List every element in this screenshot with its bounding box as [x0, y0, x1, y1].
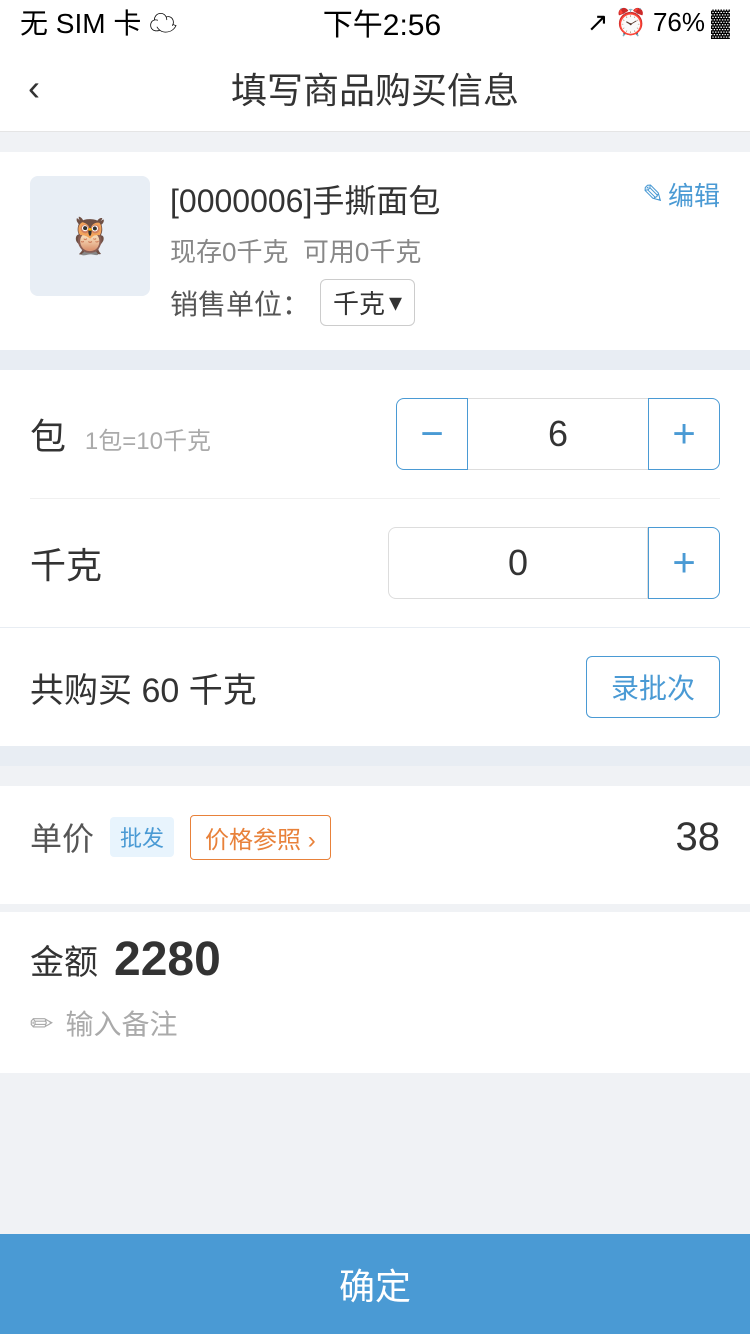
- note-placeholder: 输入备注: [65, 1003, 177, 1043]
- battery-icon: ▓: [711, 7, 730, 38]
- unit-price-label: 单价: [30, 814, 94, 860]
- bao-label-group: 包 1包=10千克: [30, 408, 211, 460]
- qianke-label: 千克: [30, 545, 102, 586]
- bao-stepper: − +: [396, 398, 720, 470]
- status-left: 无 SIM 卡 ☁: [20, 2, 177, 42]
- pencil-icon: ✏: [30, 1007, 53, 1040]
- input-section: 包 1包=10千克 − + 千克 +: [0, 370, 750, 627]
- product-card: 🦉 [0000006]手撕面包 现存0千克 可用0千克 销售单位： 千克 ▾ ✎…: [0, 152, 750, 350]
- back-button[interactable]: ‹: [28, 67, 40, 109]
- bao-row: 包 1包=10千克 − +: [30, 370, 720, 499]
- section-divider-2: [0, 746, 750, 766]
- bottom-area: 确定: [0, 1234, 750, 1334]
- location-icon: ↗: [587, 7, 609, 38]
- qianke-stepper: +: [388, 527, 720, 599]
- price-section: 单价 批发 价格参照 › 38: [0, 786, 750, 904]
- bao-minus-button[interactable]: −: [396, 398, 468, 470]
- status-bar: 无 SIM 卡 ☁ 下午2:56 ↗ ⏰ 76% ▓: [0, 0, 750, 44]
- product-logo: 🦉: [68, 215, 113, 257]
- product-unit-row: 销售单位： 千克 ▾: [170, 279, 720, 326]
- nav-bar: ‹ 填写商品购买信息: [0, 44, 750, 132]
- amount-section: 金额 2280 ✏ 输入备注: [0, 904, 750, 1073]
- status-time: 下午2:56: [323, 0, 441, 44]
- sim-status: 无 SIM 卡 ☁: [20, 2, 177, 42]
- unit-label: 销售单位：: [170, 283, 310, 323]
- batch-button[interactable]: 录批次: [586, 656, 720, 718]
- dropdown-arrow-icon: ▾: [389, 287, 402, 318]
- price-ref-button[interactable]: 价格参照 ›: [190, 815, 331, 860]
- bao-label: 包: [30, 416, 66, 457]
- product-name: [0000006]手撕面包: [170, 176, 720, 222]
- product-info: [0000006]手撕面包 现存0千克 可用0千克 销售单位： 千克 ▾: [170, 176, 720, 326]
- qianke-input[interactable]: [388, 527, 648, 599]
- qianke-row: 千克 +: [30, 499, 720, 627]
- confirm-button[interactable]: 确定: [0, 1234, 750, 1334]
- bao-plus-button[interactable]: +: [648, 398, 720, 470]
- qianke-plus-button[interactable]: +: [648, 527, 720, 599]
- bao-input[interactable]: [468, 398, 648, 470]
- note-row[interactable]: ✏ 输入备注: [30, 1003, 720, 1043]
- product-stock: 现存0千克 可用0千克: [170, 232, 720, 269]
- price-row: 单价 批发 价格参照 › 38: [30, 814, 720, 860]
- amount-label: 金额: [30, 935, 98, 984]
- unit-dropdown[interactable]: 千克 ▾: [320, 279, 415, 326]
- page-title: 填写商品购买信息: [231, 62, 519, 114]
- edit-icon: ✎: [642, 179, 664, 210]
- amount-value: 2280: [114, 932, 221, 987]
- bao-sublabel: 1包=10千克: [85, 428, 211, 455]
- amount-row: 金额 2280: [30, 932, 720, 987]
- summary-text: 共购买 60 千克: [30, 663, 257, 712]
- status-right: ↗ ⏰ 76% ▓: [587, 7, 730, 38]
- pifa-tag: 批发: [110, 817, 174, 857]
- section-divider-1: [0, 350, 750, 370]
- alarm-icon: ⏰: [615, 7, 647, 38]
- battery-percent: 76%: [653, 7, 705, 38]
- product-thumbnail: 🦉: [30, 176, 150, 296]
- edit-button[interactable]: ✎ 编辑: [642, 176, 720, 213]
- qianke-label-group: 千克: [30, 537, 102, 589]
- price-value: 38: [676, 815, 721, 860]
- summary-row: 共购买 60 千克 录批次: [0, 627, 750, 746]
